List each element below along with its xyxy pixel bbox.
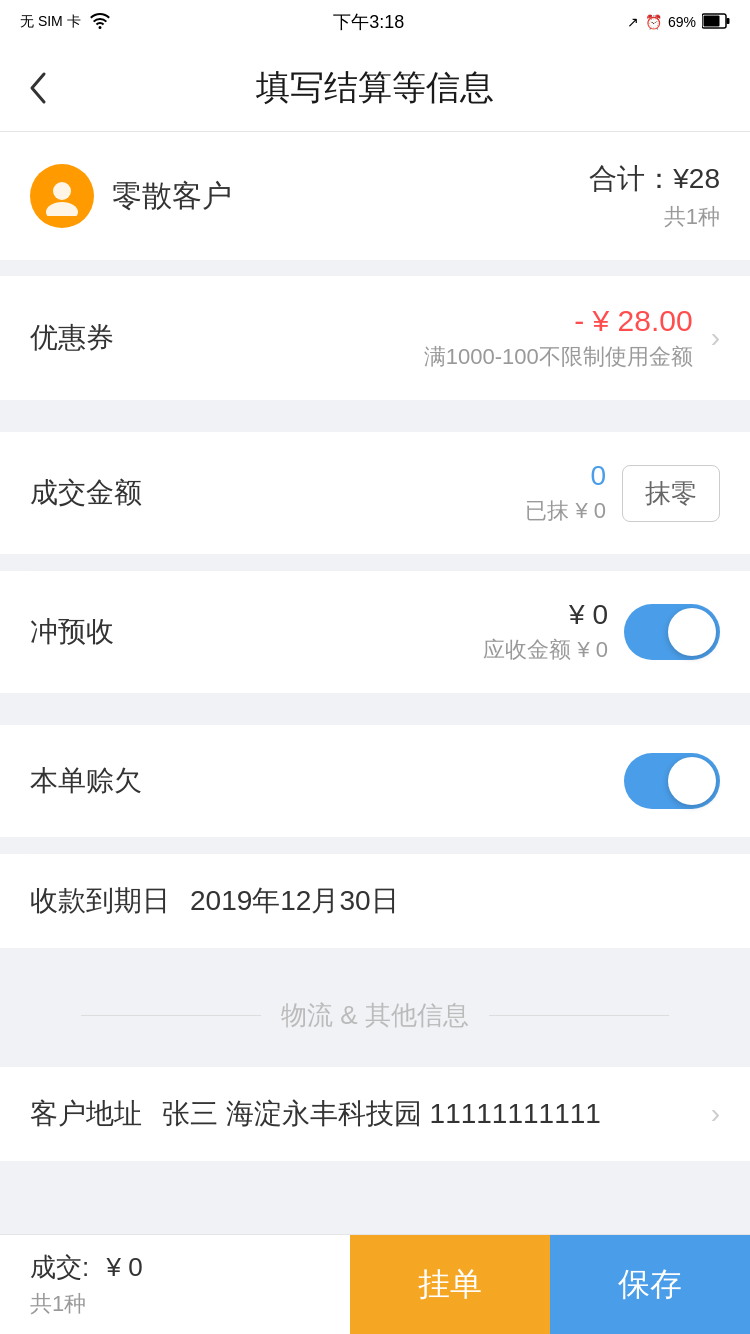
section-separator-3 [0,964,750,980]
due-date-section: 收款到期日 2019年12月30日 [0,854,750,948]
total-count: 共1种 [589,202,720,232]
logistics-section-label-row: 物流 & 其他信息 [0,980,750,1051]
logistics-label-line: 物流 & 其他信息 [30,998,720,1033]
deal-amount-right: 0 已抹 ¥ 0 抹零 [525,460,720,526]
section-separator-2 [0,709,750,725]
deal-amount-value: 0 [525,460,606,492]
toggle-knob [668,608,716,656]
location-icon: ↗ [627,14,639,30]
bottom-deal-text: 成交: [30,1252,89,1282]
address-value: 张三 海淀永丰科技园 11111111111 [162,1095,703,1133]
credit-section: 本单赊欠 [0,725,750,837]
nav-bar: 填写结算等信息 [0,44,750,132]
main-content: 零散客户 合计：¥28 共1种 优惠券 - ¥ 28.00 满1000-100不… [0,132,750,1334]
logistics-label: 物流 & 其他信息 [281,998,469,1033]
svg-rect-1 [727,18,730,24]
svg-rect-2 [704,15,720,26]
prepayment-section: 冲预收 ¥ 0 应收金额 ¥ 0 [0,571,750,693]
deal-amount-label: 成交金额 [30,474,142,512]
credit-right [624,753,720,809]
deal-amount-subtext: 已抹 ¥ 0 [525,496,606,526]
deal-amount-section: 成交金额 0 已抹 ¥ 0 抹零 [0,432,750,554]
status-right: ↗ ⏰ 69% [627,13,730,32]
customer-name: 零散客户 [112,176,232,217]
prepayment-subtext: 应收金额 ¥ 0 [483,635,608,665]
bottom-count: 共1种 [30,1289,320,1319]
total-amount: 合计：¥28 [589,160,720,198]
prepayment-right: ¥ 0 应收金额 ¥ 0 [483,599,720,665]
customer-section: 零散客户 合计：¥28 共1种 [0,132,750,260]
section-separator-4 [0,1051,750,1067]
customer-right: 合计：¥28 共1种 [589,160,720,232]
address-label: 客户地址 [30,1095,142,1133]
page-title: 填写结算等信息 [256,65,494,111]
save-button[interactable]: 保存 [550,1235,750,1334]
wifi-icon [89,13,111,32]
bottom-info: 成交: ¥ 0 共1种 [0,1235,350,1334]
back-button[interactable] [28,70,52,106]
status-bar: 无 SIM 卡 下午3:18 ↗ ⏰ 69% [0,0,750,44]
credit-label: 本单赊欠 [30,762,142,800]
coupon-right: - ¥ 28.00 满1000-100不限制使用金额 › [424,304,720,372]
credit-toggle-knob [668,757,716,805]
moling-button[interactable]: 抹零 [622,465,720,522]
bottom-deal-value: ¥ 0 [106,1252,142,1282]
svg-point-3 [53,182,71,200]
alarm-icon: ⏰ [645,14,662,30]
coupon-subtext: 满1000-100不限制使用金额 [424,342,693,372]
due-date-label: 收款到期日 [30,882,170,920]
credit-toggle[interactable] [624,753,720,809]
address-section[interactable]: 客户地址 张三 海淀永丰科技园 11111111111 › [0,1067,750,1161]
battery-icon [702,13,730,32]
battery-level: 69% [668,14,696,30]
chevron-right-icon: › [711,322,720,354]
customer-avatar [30,164,94,228]
status-time: 下午3:18 [333,10,404,34]
prepayment-toggle[interactable] [624,604,720,660]
prepayment-label: 冲预收 [30,613,114,651]
bottom-bar: 成交: ¥ 0 共1种 挂单 保存 [0,1234,750,1334]
customer-left: 零散客户 [30,164,232,228]
coupon-values: - ¥ 28.00 满1000-100不限制使用金额 [424,304,693,372]
address-chevron-icon: › [711,1098,720,1130]
svg-point-4 [46,202,78,216]
prepayment-value: ¥ 0 [483,599,608,631]
due-date-value: 2019年12月30日 [190,882,399,920]
coupon-discount: - ¥ 28.00 [424,304,693,338]
status-left: 无 SIM 卡 [20,13,111,32]
pending-button[interactable]: 挂单 [350,1235,550,1334]
bottom-deal-label: 成交: ¥ 0 [30,1250,320,1285]
coupon-section[interactable]: 优惠券 - ¥ 28.00 满1000-100不限制使用金额 › [0,276,750,400]
coupon-label: 优惠券 [30,319,114,357]
sim-status: 无 SIM 卡 [20,13,81,31]
section-separator-1 [0,416,750,432]
